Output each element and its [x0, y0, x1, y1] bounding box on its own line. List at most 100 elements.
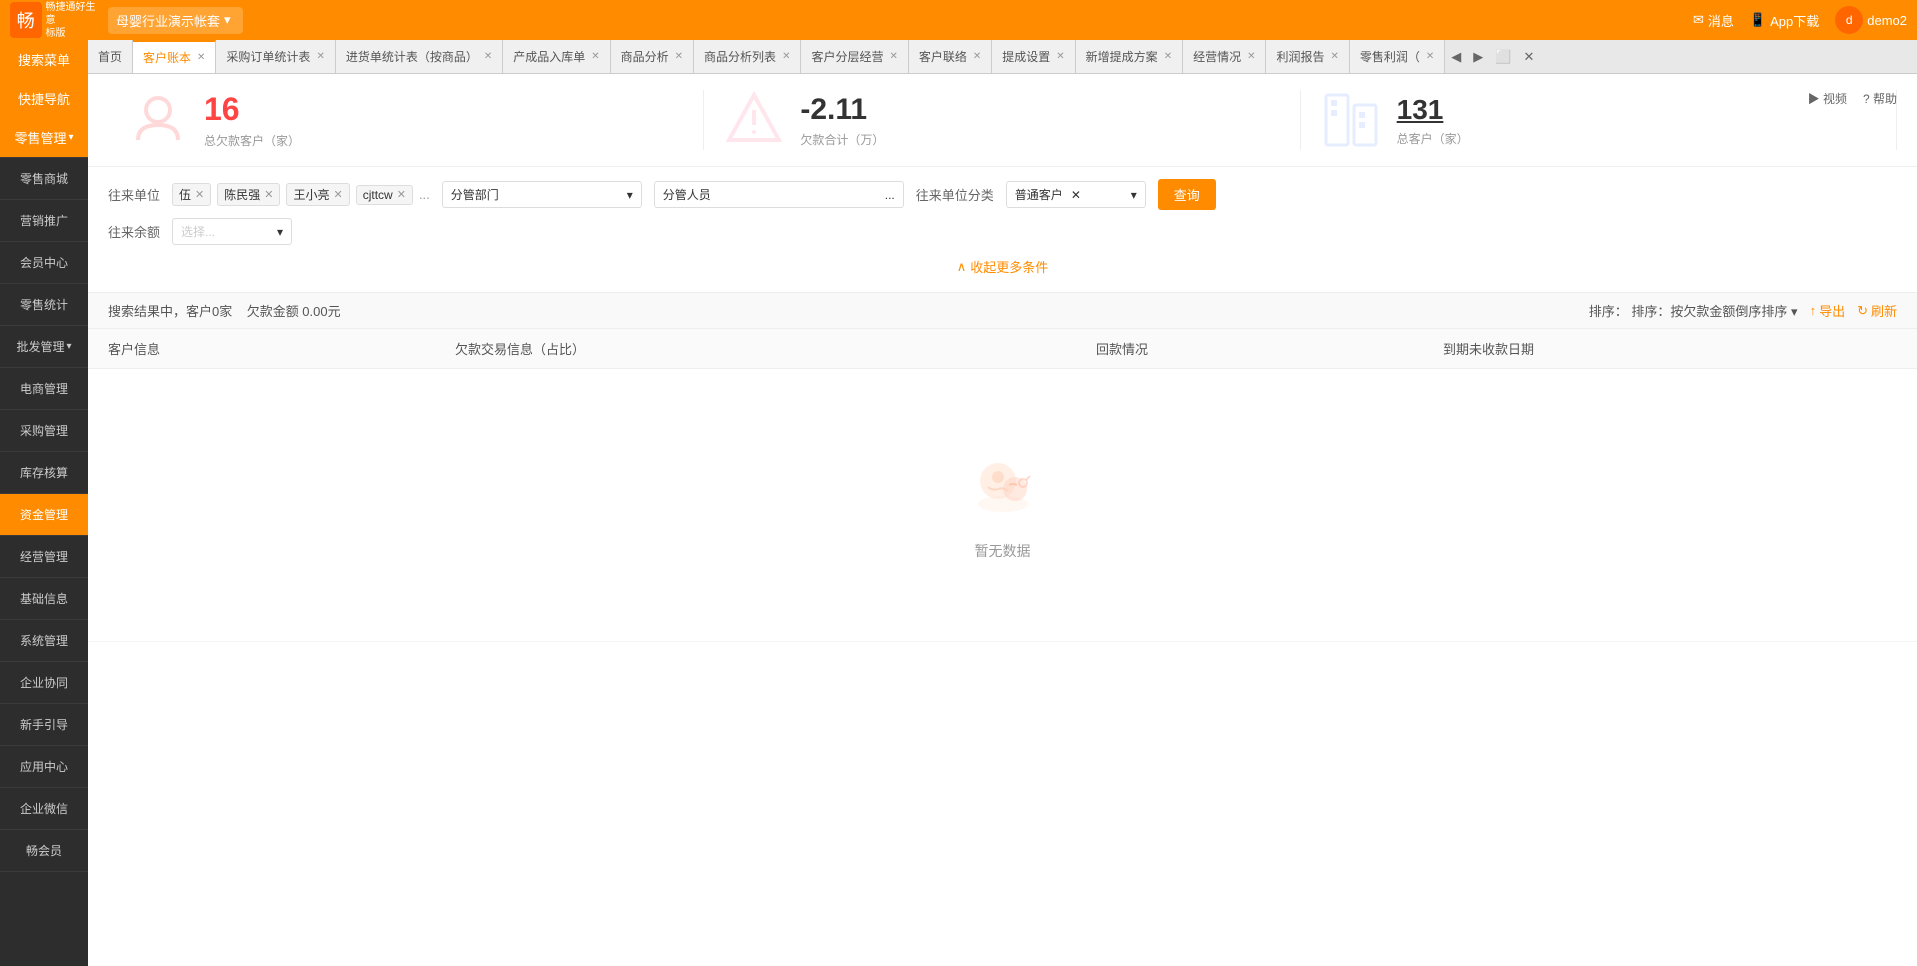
debtors-value: 16 [204, 91, 300, 128]
tab-product-analysis[interactable]: 商品分析 ✕ [611, 40, 694, 74]
tab-close-customer-segment[interactable]: ✕ [889, 51, 897, 62]
total-customers-value: 131 [1397, 94, 1469, 126]
data-table: 客户信息 欠款交易信息（占比） 回款情况 到期未收款日期 [88, 329, 1917, 642]
balance-selector[interactable]: 选择... ▾ [172, 218, 292, 245]
account-name: 母婴行业演示帐套 [116, 11, 220, 30]
sidebar-item-basic-info[interactable]: 基础信息 [0, 578, 88, 620]
help-link[interactable]: ? 帮助 [1863, 90, 1897, 107]
tab-improve-settings[interactable]: 提成设置 ✕ [992, 40, 1075, 74]
tab-customer-segment[interactable]: 客户分层经营 ✕ [801, 40, 908, 74]
dropdown-icon: ▾ [224, 12, 231, 28]
tab-close-purchase-order[interactable]: ✕ [316, 51, 324, 62]
sidebar-item-system[interactable]: 系统管理 [0, 620, 88, 662]
account-selector[interactable]: 母婴行业演示帐套 ▾ [108, 7, 243, 34]
tab-close-product-analysis-list[interactable]: ✕ [782, 51, 790, 62]
tab-restore-btn[interactable]: ✕ [1517, 40, 1540, 74]
export-button[interactable]: ↑ 导出 [1810, 301, 1846, 320]
logo-text: 畅捷通好生意标版 [46, 1, 99, 40]
tab-close-customer-contact[interactable]: ✕ [973, 51, 981, 62]
tab-home[interactable]: 首页 [88, 40, 133, 74]
tab-close-customer-book[interactable]: ✕ [197, 52, 205, 63]
debt-amount-icon [724, 90, 784, 150]
messages-btn[interactable]: ✉ 消息 [1693, 11, 1734, 30]
user-menu[interactable]: d demo2 [1835, 6, 1907, 34]
stats-help: ▶ 视频 ? 帮助 [1808, 90, 1897, 107]
person-dropdown-icon: ... [885, 188, 895, 202]
tab-close-retail-profit[interactable]: ✕ [1426, 51, 1434, 62]
tag-close-cjttcw[interactable]: ✕ [397, 188, 406, 201]
refresh-button[interactable]: ↻ 刷新 [1857, 301, 1897, 320]
filter-tag-cjttcw: cjttcw ✕ [356, 185, 413, 205]
sidebar-item-vip-member[interactable]: 畅会员 [0, 830, 88, 872]
sidebar-item-inventory[interactable]: 库存核算 [0, 452, 88, 494]
tab-inbound-stats[interactable]: 进货单统计表（按商品） ✕ [336, 40, 503, 74]
stats-row: 16 总欠款客户（家） -2.11 欠款合计（万） [88, 74, 1917, 167]
tab-purchase-order[interactable]: 采购订单统计表 ✕ [216, 40, 335, 74]
sidebar-item-enterprise-wechat[interactable]: 企业微信 [0, 788, 88, 830]
person-placeholder: 分管人员 [663, 186, 711, 203]
sidebar-quick-nav[interactable]: 快捷导航 [0, 79, 88, 118]
debtors-label: 总欠款客户（家） [204, 132, 300, 149]
tab-close-profit-report[interactable]: ✕ [1331, 51, 1339, 62]
sidebar-item-purchase[interactable]: 采购管理 [0, 410, 88, 452]
sidebar-item-finance[interactable]: 资金管理 [0, 494, 88, 536]
sidebar-search[interactable]: 搜索菜单 [0, 40, 88, 79]
dept-selector[interactable]: 分管部门 ▾ [442, 181, 642, 208]
logo-icon: 畅 [10, 2, 42, 38]
category-clear[interactable]: ✕ [1071, 188, 1081, 202]
balance-placeholder: 选择... [181, 223, 215, 240]
app-container: 畅 畅捷通好生意标版 母婴行业演示帐套 ▾ ✉ 消息 📱 App下载 d dem… [0, 0, 1917, 966]
tag-close-chen[interactable]: ✕ [264, 188, 273, 201]
tab-customer-book[interactable]: 客户账本 ✕ [133, 40, 216, 74]
video-link[interactable]: ▶ 视频 [1808, 90, 1847, 107]
tag-close-wang[interactable]: ✕ [334, 188, 343, 201]
balance-dropdown-icon: ▾ [277, 225, 283, 239]
sort-selector[interactable]: 排序： 排序：按欠款金额倒序排序 ▾ [1589, 301, 1798, 320]
tab-close-product-analysis[interactable]: ✕ [675, 51, 683, 62]
tab-customer-contact[interactable]: 客户联络 ✕ [909, 40, 992, 74]
sidebar-item-retail-mall[interactable]: 零售商城 [0, 158, 88, 200]
sidebar-item-retail-stats[interactable]: 零售统计 [0, 284, 88, 326]
unit-category-label: 往来单位分类 [916, 185, 994, 204]
sidebar-item-enterprise-coop[interactable]: 企业协同 [0, 662, 88, 704]
tab-new-improve[interactable]: 新增提成方案 ✕ [1076, 40, 1183, 74]
sidebar-item-ecommerce[interactable]: 电商管理 [0, 368, 88, 410]
page-content: 16 总欠款客户（家） -2.11 欠款合计（万） [88, 74, 1917, 966]
person-selector[interactable]: 分管人员 ... [654, 181, 904, 208]
tab-prev-btn[interactable]: ◀ [1445, 40, 1467, 74]
debtors-icon [128, 90, 188, 150]
unit-label: 往来单位 [108, 185, 160, 204]
tab-close-improve-settings[interactable]: ✕ [1056, 51, 1064, 62]
tab-cost-inbound[interactable]: 产成品入库单 ✕ [503, 40, 610, 74]
sidebar-item-app-center[interactable]: 应用中心 [0, 746, 88, 788]
filter-area: 往来单位 伍 ✕ 陈民强 ✕ 王小亮 [88, 167, 1917, 293]
filter-more-tags[interactable]: ... [419, 187, 430, 202]
category-selector[interactable]: 普通客户 ✕ ▾ [1006, 181, 1146, 208]
tab-close-new-improve[interactable]: ✕ [1164, 51, 1172, 62]
app-download-btn[interactable]: 📱 App下载 [1750, 11, 1819, 30]
sidebar-item-marketing[interactable]: 营销推广 [0, 200, 88, 242]
filter-row-2: 往来余额 选择... ▾ [108, 218, 1897, 245]
tab-close-cost-inbound[interactable]: ✕ [591, 51, 599, 62]
sidebar-item-member-center[interactable]: 会员中心 [0, 242, 88, 284]
logo-area: 畅 畅捷通好生意标版 [10, 1, 98, 40]
sidebar-item-new-guide[interactable]: 新手引导 [0, 704, 88, 746]
content-area: 搜索菜单 快捷导航 零售管理 ▾ 零售商城 营销推广 会员中心 零售统计 批发管… [0, 40, 1917, 966]
tab-close-business-status[interactable]: ✕ [1247, 51, 1255, 62]
tab-close-inbound-stats[interactable]: ✕ [484, 51, 492, 62]
tab-product-analysis-list[interactable]: 商品分析列表 ✕ [694, 40, 801, 74]
total-customers-label: 总客户（家） [1397, 130, 1469, 147]
tab-maximize-btn[interactable]: ⬜ [1489, 40, 1517, 74]
filter-tag-wu: 伍 ✕ [172, 183, 211, 206]
filter-row-1: 往来单位 伍 ✕ 陈民强 ✕ 王小亮 [108, 179, 1897, 210]
tab-next-btn[interactable]: ▶ [1467, 40, 1489, 74]
sidebar-item-operations[interactable]: 经营管理 [0, 536, 88, 578]
tab-profit-report[interactable]: 利润报告 ✕ [1266, 40, 1349, 74]
tab-retail-profit[interactable]: 零售利润（ ✕ [1350, 40, 1445, 74]
sidebar-item-wholesale-mgmt[interactable]: 批发管理 ▾ [0, 326, 88, 368]
collapse-button[interactable]: ∧ 收起更多条件 [108, 253, 1897, 280]
query-button[interactable]: 查询 [1158, 179, 1216, 210]
tag-close-wu[interactable]: ✕ [195, 188, 204, 201]
tab-business-status[interactable]: 经营情况 ✕ [1183, 40, 1266, 74]
sidebar-item-retail-mgmt[interactable]: 零售管理 ▾ [0, 118, 88, 158]
